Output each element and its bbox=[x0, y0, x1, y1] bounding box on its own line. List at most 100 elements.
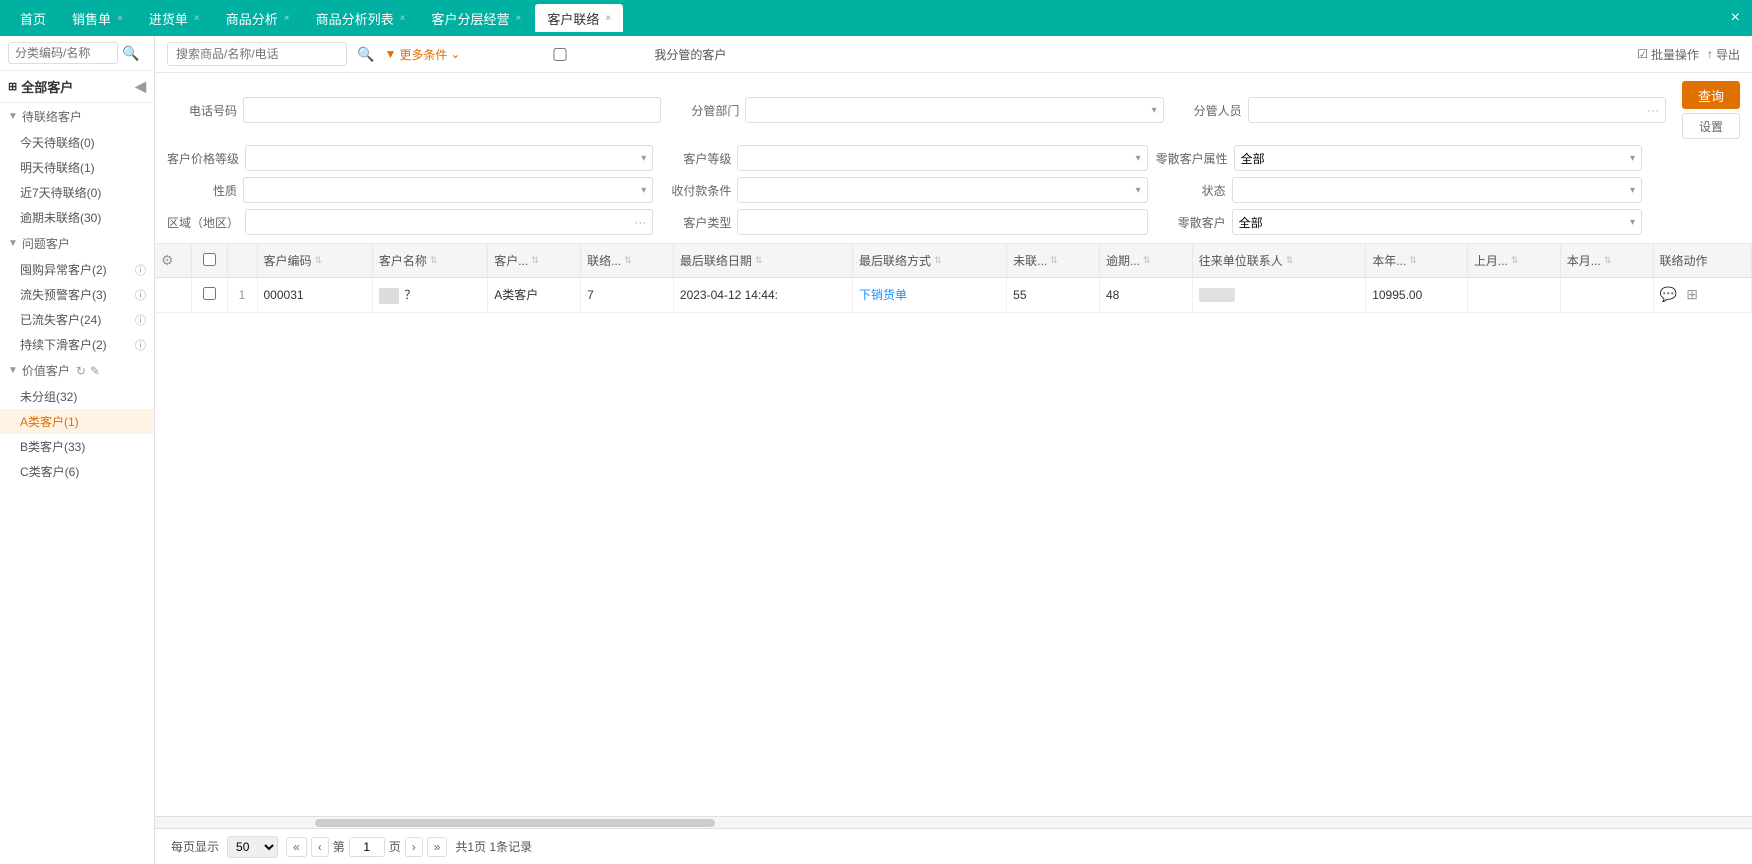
sidebar-search-icon[interactable]: 🔍 bbox=[122, 45, 139, 62]
sidebar-item-hoarding[interactable]: 囤购异常客户(2) ⓘ bbox=[0, 257, 154, 282]
sort-icon-last-month: ⇅ bbox=[1511, 255, 1519, 266]
sort-icon-contact: ⇅ bbox=[624, 255, 632, 266]
next-page-btn[interactable]: › bbox=[405, 837, 423, 857]
nav-home[interactable]: 首页 bbox=[8, 4, 58, 32]
td-checkbox bbox=[191, 278, 227, 313]
dept-select[interactable]: ▾ bbox=[745, 97, 1163, 123]
sidebar-item-unclassified[interactable]: 未分组(32) bbox=[0, 384, 154, 409]
th-code[interactable]: 客户编码 ⇅ bbox=[257, 244, 372, 278]
sidebar-item-class-c[interactable]: C类客户(6) bbox=[0, 459, 154, 484]
export-label: 导出 bbox=[1716, 46, 1740, 63]
th-contact[interactable]: 联络... ⇅ bbox=[581, 244, 674, 278]
sort-icon-last-date: ⇅ bbox=[755, 255, 763, 266]
nav-tab-customer-mgmt[interactable]: 客户分层经营 × bbox=[419, 4, 533, 32]
nav-tab-analysis-list[interactable]: 商品分析列表 × bbox=[304, 4, 418, 32]
th-this-year-label: 本年... bbox=[1372, 252, 1406, 269]
chat-icon[interactable]: 💬 bbox=[1660, 286, 1677, 302]
sidebar-item-class-c-label: C类客户(6) bbox=[20, 463, 79, 480]
payment-select[interactable]: ▾ bbox=[737, 177, 1147, 203]
sidebar-search-input[interactable] bbox=[8, 42, 118, 64]
th-prev-contact[interactable]: 往来单位联系人 ⇅ bbox=[1192, 244, 1365, 278]
global-search-icon[interactable]: 🔍 bbox=[357, 46, 374, 63]
td-overdue: 48 bbox=[1099, 278, 1192, 313]
th-overdue[interactable]: 逾期... ⇅ bbox=[1099, 244, 1192, 278]
nav-tab-analysis-close[interactable]: × bbox=[284, 13, 290, 24]
sidebar-item-class-b[interactable]: B类客户(33) bbox=[0, 434, 154, 459]
payment-field: 收付款条件 ▾ bbox=[661, 177, 1147, 203]
sidebar-all-customers-header[interactable]: ⊞ 全部客户 ◀ bbox=[0, 71, 154, 103]
more-conditions-btn[interactable]: ▼ 更多条件 ⌄ bbox=[384, 46, 460, 63]
last-page-btn[interactable]: » bbox=[427, 837, 448, 857]
status-select[interactable]: ▾ bbox=[1232, 177, 1642, 203]
region-select[interactable]: ··· bbox=[245, 209, 653, 235]
th-unlisted[interactable]: 未联... ⇅ bbox=[1007, 244, 1100, 278]
th-name[interactable]: 客户名称 ⇅ bbox=[372, 244, 487, 278]
my-customers-checkbox[interactable] bbox=[470, 48, 650, 61]
export-btn[interactable]: ↑ 导出 bbox=[1707, 46, 1740, 63]
sidebar-item-declining[interactable]: 持续下滑客户(2) ⓘ bbox=[0, 332, 154, 357]
dept-field: 分管部门 ▾ bbox=[669, 97, 1163, 123]
page-input[interactable] bbox=[349, 837, 385, 857]
refresh-icon[interactable]: ↻ bbox=[76, 364, 86, 378]
sidebar-group-pending[interactable]: ▼ 待联络客户 bbox=[0, 103, 154, 130]
dept-chevron-icon: ▾ bbox=[1152, 105, 1157, 116]
th-this-year[interactable]: 本年... ⇅ bbox=[1366, 244, 1468, 278]
edit-icon[interactable]: ✎ bbox=[90, 364, 100, 378]
nav-tab-sales[interactable]: 销售单 × bbox=[60, 4, 135, 32]
query-button[interactable]: 查询 bbox=[1682, 81, 1740, 109]
nav-tab-sales-close[interactable]: × bbox=[117, 13, 123, 24]
th-last-month[interactable]: 上月... ⇅ bbox=[1467, 244, 1560, 278]
sidebar-group-value[interactable]: ▼ 价值客户 ↻ ✎ bbox=[0, 357, 154, 384]
horizontal-scrollbar[interactable] bbox=[155, 816, 1752, 828]
table-gear-btn[interactable]: ⚙ bbox=[161, 252, 174, 269]
nav-tab-customer-mgmt-label: 客户分层经营 bbox=[431, 9, 509, 28]
price-level-select[interactable]: ▾ bbox=[245, 145, 653, 171]
global-search-input[interactable] bbox=[167, 42, 347, 66]
first-page-btn[interactable]: « bbox=[286, 837, 307, 857]
share-icon[interactable]: ⊞ bbox=[1686, 286, 1698, 302]
sidebar-group-problem[interactable]: ▼ 问题客户 bbox=[0, 230, 154, 257]
nav-tab-sales-label: 销售单 bbox=[72, 9, 111, 28]
nav-tab-purchase[interactable]: 进货单 × bbox=[137, 4, 212, 32]
nav-tab-customer-contact-close[interactable]: × bbox=[605, 13, 611, 24]
sidebar-item-hoarding-label: 囤购异常客户(2) bbox=[20, 261, 107, 278]
close-all-tabs[interactable]: × bbox=[1727, 5, 1744, 31]
phone-input[interactable] bbox=[243, 97, 661, 123]
nav-tab-customer-contact[interactable]: 客户联络 × bbox=[535, 4, 623, 32]
batch-ops-btn[interactable]: ☑ 批量操作 bbox=[1637, 46, 1699, 63]
last-method-link[interactable]: 下销货单 bbox=[859, 288, 907, 302]
prev-page-btn[interactable]: ‹ bbox=[311, 837, 329, 857]
sidebar-group-pending-label: 待联络客户 bbox=[22, 108, 82, 125]
manager-select[interactable]: ··· bbox=[1248, 97, 1666, 123]
sidebar-item-class-a[interactable]: A类客户(1) bbox=[0, 409, 154, 434]
retail-customer-select[interactable]: 全部 ▾ bbox=[1232, 209, 1642, 235]
th-this-month[interactable]: 本月... ⇅ bbox=[1560, 244, 1653, 278]
setting-button[interactable]: 设置 bbox=[1682, 113, 1740, 139]
sidebar-item-7days[interactable]: 近7天待联络(0) bbox=[0, 180, 154, 205]
sidebar-item-churned[interactable]: 已流失客户(24) ⓘ bbox=[0, 307, 154, 332]
per-page-select[interactable]: 50 100 200 bbox=[227, 836, 278, 858]
th-last-date[interactable]: 最后联络日期 ⇅ bbox=[673, 244, 852, 278]
nav-tab-purchase-close[interactable]: × bbox=[194, 13, 200, 24]
retail-attr-select[interactable]: 全部 ▾ bbox=[1234, 145, 1642, 171]
th-last-method[interactable]: 最后联络方式 ⇅ bbox=[853, 244, 1007, 278]
nav-tab-analysis-list-close[interactable]: × bbox=[400, 13, 406, 24]
nav-tab-analysis-list-label: 商品分析列表 bbox=[316, 9, 394, 28]
customer-level-chevron: ▾ bbox=[1136, 153, 1141, 164]
sidebar-item-today[interactable]: 今天待联络(0) bbox=[0, 130, 154, 155]
sidebar-item-churn-warning[interactable]: 流失预警客户(3) ⓘ bbox=[0, 282, 154, 307]
customer-level-select[interactable]: ▾ bbox=[737, 145, 1147, 171]
row-checkbox[interactable] bbox=[203, 287, 216, 300]
scrollbar-thumb[interactable] bbox=[315, 819, 715, 827]
th-type[interactable]: 客户... ⇅ bbox=[488, 244, 581, 278]
nav-tab-analysis[interactable]: 商品分析 × bbox=[214, 4, 302, 32]
sidebar-item-overdue[interactable]: 逾期未联络(30) bbox=[0, 205, 154, 230]
select-all-checkbox[interactable] bbox=[203, 253, 216, 266]
nature-select[interactable]: ▾ bbox=[243, 177, 653, 203]
customer-type-input[interactable] bbox=[737, 209, 1147, 235]
my-customers-filter[interactable]: 我分管的客户 bbox=[470, 46, 726, 63]
nav-tab-customer-mgmt-close[interactable]: × bbox=[515, 13, 521, 24]
sidebar-item-tomorrow[interactable]: 明天待联络(1) bbox=[0, 155, 154, 180]
filter-row-3: 性质 ▾ 收付款条件 ▾ 状态 bbox=[167, 177, 1740, 203]
sidebar-collapse-btn[interactable]: ◀ bbox=[135, 78, 146, 95]
